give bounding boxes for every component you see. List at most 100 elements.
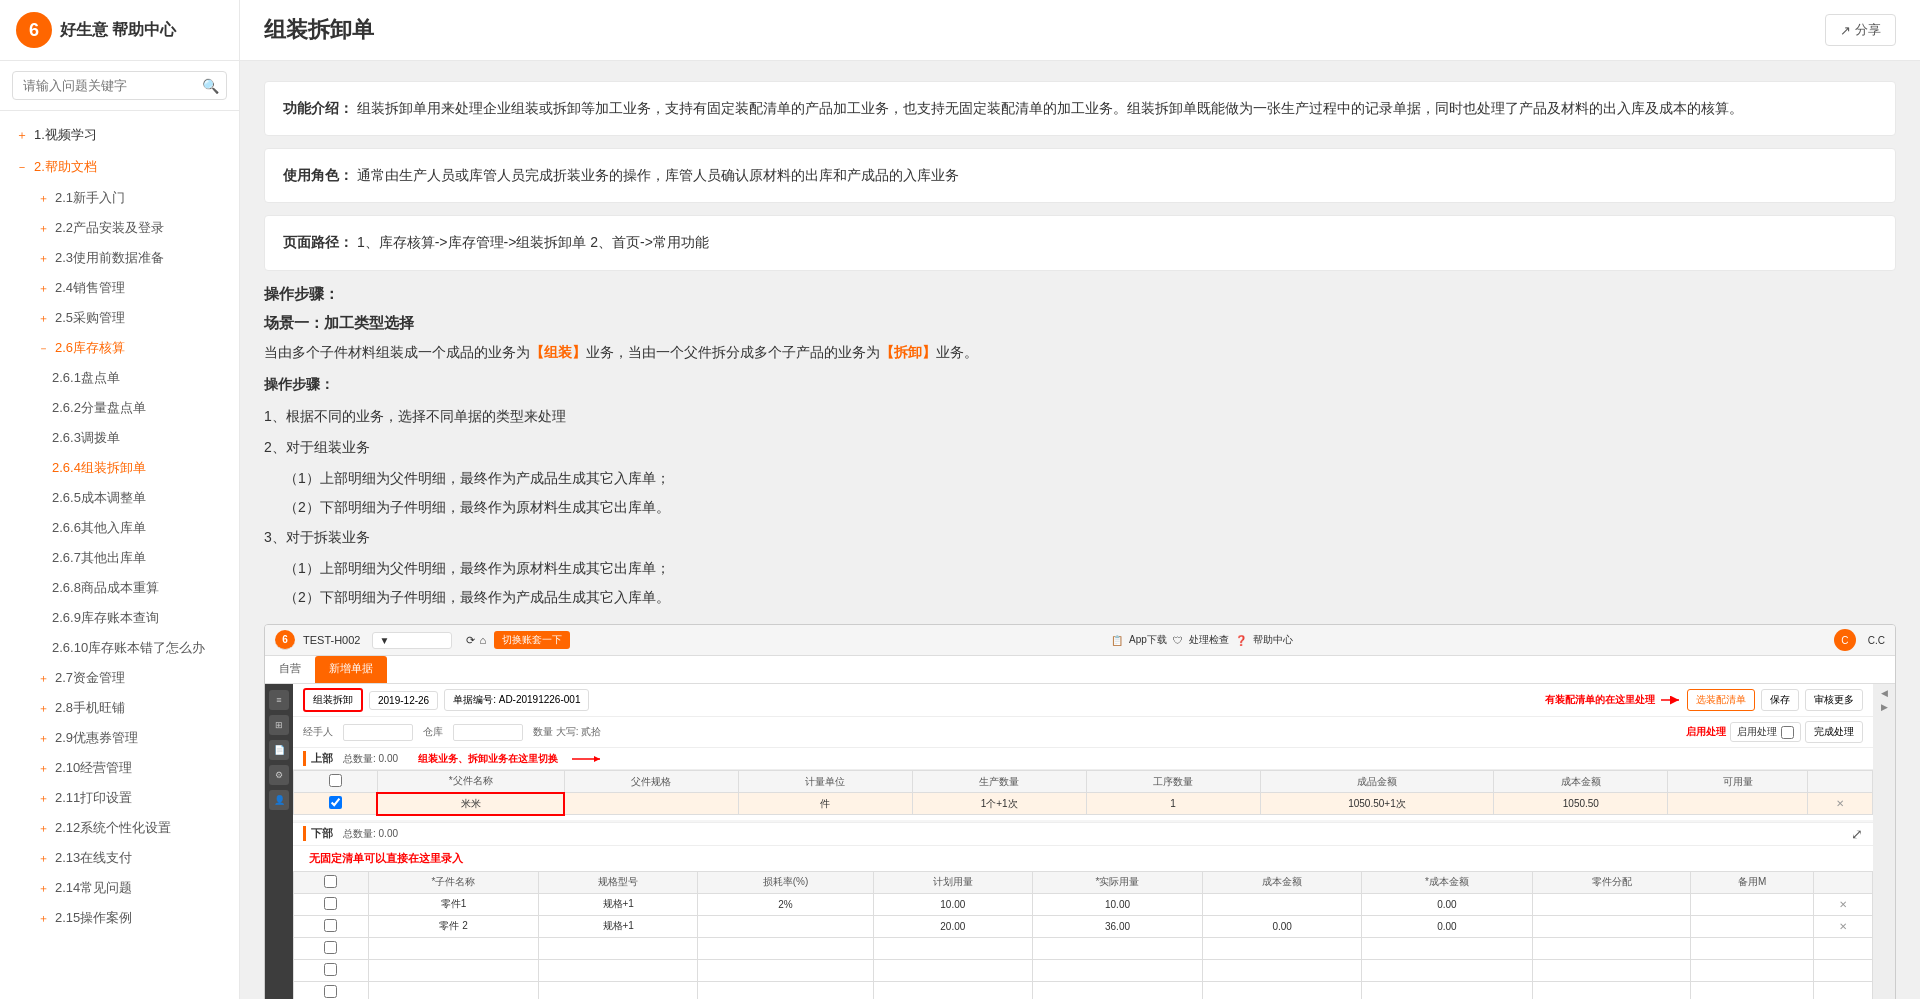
sidebar-item-2-2[interactable]: ＋ 2.2产品安装及登录	[0, 213, 239, 243]
sidebar-item-2-3[interactable]: ＋ 2.3使用前数据准备	[0, 243, 239, 273]
intro-block: 功能介绍： 组装拆卸单用来处理企业组装或拆卸等加工业务，支持有固定装配清单的产品…	[264, 81, 1896, 136]
sidebar-item-2-9[interactable]: ＋ 2.9优惠券管理	[0, 723, 239, 753]
scenario1-desc: 当由多个子件材料组装成一个成品的业务为【组装】业务，当由一个父件拆分成多个子产品…	[264, 339, 1896, 366]
lower-check-4[interactable]	[324, 963, 337, 976]
sidebar-item-2-6-4[interactable]: 2.6.4组装拆卸单	[0, 453, 239, 483]
part-1	[1532, 893, 1691, 915]
expand-lower-icon[interactable]: ⤢	[1851, 826, 1863, 842]
tab-new-doc[interactable]: 新增单据	[315, 656, 387, 683]
company-select[interactable]: ▼	[372, 632, 452, 649]
sidebar-item-2-6-10[interactable]: 2.6.10库存账本错了怎么办	[0, 633, 239, 663]
select-all-lower[interactable]	[324, 875, 337, 888]
cost2-1: 0.00	[1362, 893, 1533, 915]
sidebar-item-2-15[interactable]: ＋ 2.15操作案例	[0, 903, 239, 933]
right-icon-1[interactable]: ◀	[1881, 688, 1888, 698]
row-op-2[interactable]: ✕	[1839, 921, 1847, 932]
sidebar-item-2-6-2[interactable]: 2.6.2分量盘点单	[0, 393, 239, 423]
handler-input[interactable]	[343, 724, 413, 741]
lower-check-2[interactable]	[324, 919, 337, 932]
sidebar-item-2-6[interactable]: － 2.6库存核算	[0, 333, 239, 363]
intro-text: 组装拆卸单用来处理企业组装或拆卸等加工业务，支持有固定装配清单的产品加工业务，也…	[357, 100, 1743, 116]
nav-icon-1[interactable]: ≡	[269, 690, 289, 710]
sidebar-item-video[interactable]: ＋ 1.视频学习	[0, 119, 239, 151]
toggle-label: 启用处理	[1737, 725, 1777, 739]
nav-icon-3[interactable]: 📄	[269, 740, 289, 760]
nav-icon-4[interactable]: ⚙	[269, 765, 289, 785]
content-area: 功能介绍： 组装拆卸单用来处理企业组装或拆卸等加工业务，支持有固定装配清单的产品…	[240, 61, 1920, 999]
role-block: 使用角色： 通常由生产人员或库管人员完成折装业务的操作，库管人员确认原材料的出库…	[264, 148, 1896, 203]
col-part-alloc: 零件分配	[1532, 871, 1691, 893]
sidebar-item-2-6-7[interactable]: 2.6.7其他出库单	[0, 543, 239, 573]
sidebar-item-2-6-6[interactable]: 2.6.6其他入库单	[0, 513, 239, 543]
assembly-step-2: （2）下部明细为子件明细，最终作为原材料生成其它出库单。	[284, 495, 1896, 520]
lower-section-header: 下部 总数量: 0.00 ⤢	[293, 822, 1873, 846]
row-op-1[interactable]: ✕	[1839, 899, 1847, 910]
doc-num-btn[interactable]: 单据编号: AD-20191226-001	[444, 689, 589, 711]
actual-1: 10.00	[1032, 893, 1203, 915]
sidebar-item-2-6-9[interactable]: 2.6.9库存账本查询	[0, 603, 239, 633]
sidebar-item-2-6-5[interactable]: 2.6.5成本调整单	[0, 483, 239, 513]
share-button[interactable]: ↗ 分享	[1825, 14, 1896, 46]
total-label-1: 总数量: 0.00	[343, 752, 398, 766]
lower-check-5[interactable]	[324, 985, 337, 998]
row-ops: ✕	[1808, 793, 1873, 815]
other-btn-1[interactable]: 保存	[1761, 689, 1799, 711]
step-1: 1、根据不同的业务，选择不同单据的类型来处理	[264, 404, 1896, 429]
sidebar-item-2-1[interactable]: ＋ 2.1新手入门	[0, 183, 239, 213]
search-icon[interactable]: 🔍	[202, 78, 219, 94]
enable-area: 启用处理 启用处理 完成处理	[1686, 721, 1863, 743]
delete-icon[interactable]: ✕	[1836, 798, 1844, 809]
sidebar-item-2-4[interactable]: ＋ 2.4销售管理	[0, 273, 239, 303]
enable-toggle[interactable]: 启用处理	[1730, 722, 1801, 742]
app-content: 组装拆卸 2019-12-26 单据编号: AD-20191226-001 有装…	[293, 684, 1873, 999]
sidebar-item-2-12[interactable]: ＋ 2.12系统个性化设置	[0, 813, 239, 843]
spec-2: 规格+1	[539, 915, 698, 937]
select-bom-btn[interactable]: 选装配清单	[1687, 689, 1755, 711]
right-icon-2[interactable]: ▶	[1881, 702, 1888, 712]
nav-icon-2[interactable]: ⊞	[269, 715, 289, 735]
lower-check-3[interactable]	[324, 941, 337, 954]
annotation-bottom-text: 无固定清单可以直接在这里录入	[309, 851, 1857, 866]
tab-ziying[interactable]: 自营	[265, 656, 315, 683]
lower-check-1[interactable]	[324, 897, 337, 910]
refresh-icon[interactable]: ⟳	[466, 634, 475, 647]
screenshot-container: 6 TEST-H002 ▼ ⟳ ⌂ 切换账套一下 📋 App下载 🛡 处理检查 …	[264, 624, 1896, 999]
sidebar-item-2-13[interactable]: ＋ 2.13在线支付	[0, 843, 239, 873]
toggle-checkbox[interactable]	[1781, 726, 1794, 739]
main-content: 组装拆卸单 ↗ 分享 功能介绍： 组装拆卸单用来处理企业组装或拆卸等加工业务，支…	[240, 0, 1920, 999]
nav-icon-5[interactable]: 👤	[269, 790, 289, 810]
app-main-body: ≡ ⊞ 📄 ⚙ 👤 组装拆卸	[265, 684, 1895, 999]
sidebar-item-2-5[interactable]: ＋ 2.5采购管理	[0, 303, 239, 333]
search-input[interactable]	[12, 71, 227, 100]
actual-2: 36.00	[1032, 915, 1203, 937]
ops-heading: 操作步骤：	[264, 285, 1896, 304]
sidebar-item-2-6-3[interactable]: 2.6.3调拨单	[0, 423, 239, 453]
home-icon[interactable]: ⌂	[479, 634, 486, 646]
sidebar-item-2-7[interactable]: ＋ 2.7资金管理	[0, 663, 239, 693]
app-label-1: App下载	[1129, 633, 1167, 647]
doc-type-btn[interactable]: 组装拆卸	[303, 688, 363, 712]
sidebar-item-2-14[interactable]: ＋ 2.14常见问题	[0, 873, 239, 903]
sidebar-item-2-10[interactable]: ＋ 2.10经营管理	[0, 753, 239, 783]
expand-icon: ＋	[16, 127, 28, 144]
warehouse-input[interactable]	[453, 724, 523, 741]
select-all-upper[interactable]	[329, 774, 342, 787]
disassembly-sub-steps: （1）上部明细为父件明细，最终作为原材料生成其它出库单； （2）下部明细为子件明…	[264, 556, 1896, 610]
sidebar: 6 好生意 帮助中心 🔍 ＋ 1.视频学习 － 2.帮助文档 ＋ 2.1新手入门…	[0, 0, 240, 999]
nav-tree: ＋ 1.视频学习 － 2.帮助文档 ＋ 2.1新手入门 ＋ 2.2产品安装及登录…	[0, 111, 239, 941]
lower-row-3	[294, 937, 1873, 959]
annotation-arrow-1	[1661, 695, 1681, 705]
col-back-m: 备用M	[1691, 871, 1813, 893]
row-check[interactable]	[329, 796, 342, 809]
other-btn-2[interactable]: 审核更多	[1805, 689, 1863, 711]
sidebar-item-2-6-1[interactable]: 2.6.1盘点单	[0, 363, 239, 393]
sidebar-item-docs[interactable]: － 2.帮助文档	[0, 151, 239, 183]
sidebar-item-2-8[interactable]: ＋ 2.8手机旺铺	[0, 693, 239, 723]
app-left-icons: ≡ ⊞ 📄 ⚙ 👤	[265, 684, 293, 999]
part-2	[1532, 915, 1691, 937]
new-doc-btn[interactable]: 切换账套一下	[494, 631, 570, 649]
sidebar-item-2-6-8[interactable]: 2.6.8商品成本重算	[0, 573, 239, 603]
confirm-btn[interactable]: 完成处理	[1805, 721, 1863, 743]
sidebar-item-2-11[interactable]: ＋ 2.11打印设置	[0, 783, 239, 813]
date-btn[interactable]: 2019-12-26	[369, 691, 438, 710]
